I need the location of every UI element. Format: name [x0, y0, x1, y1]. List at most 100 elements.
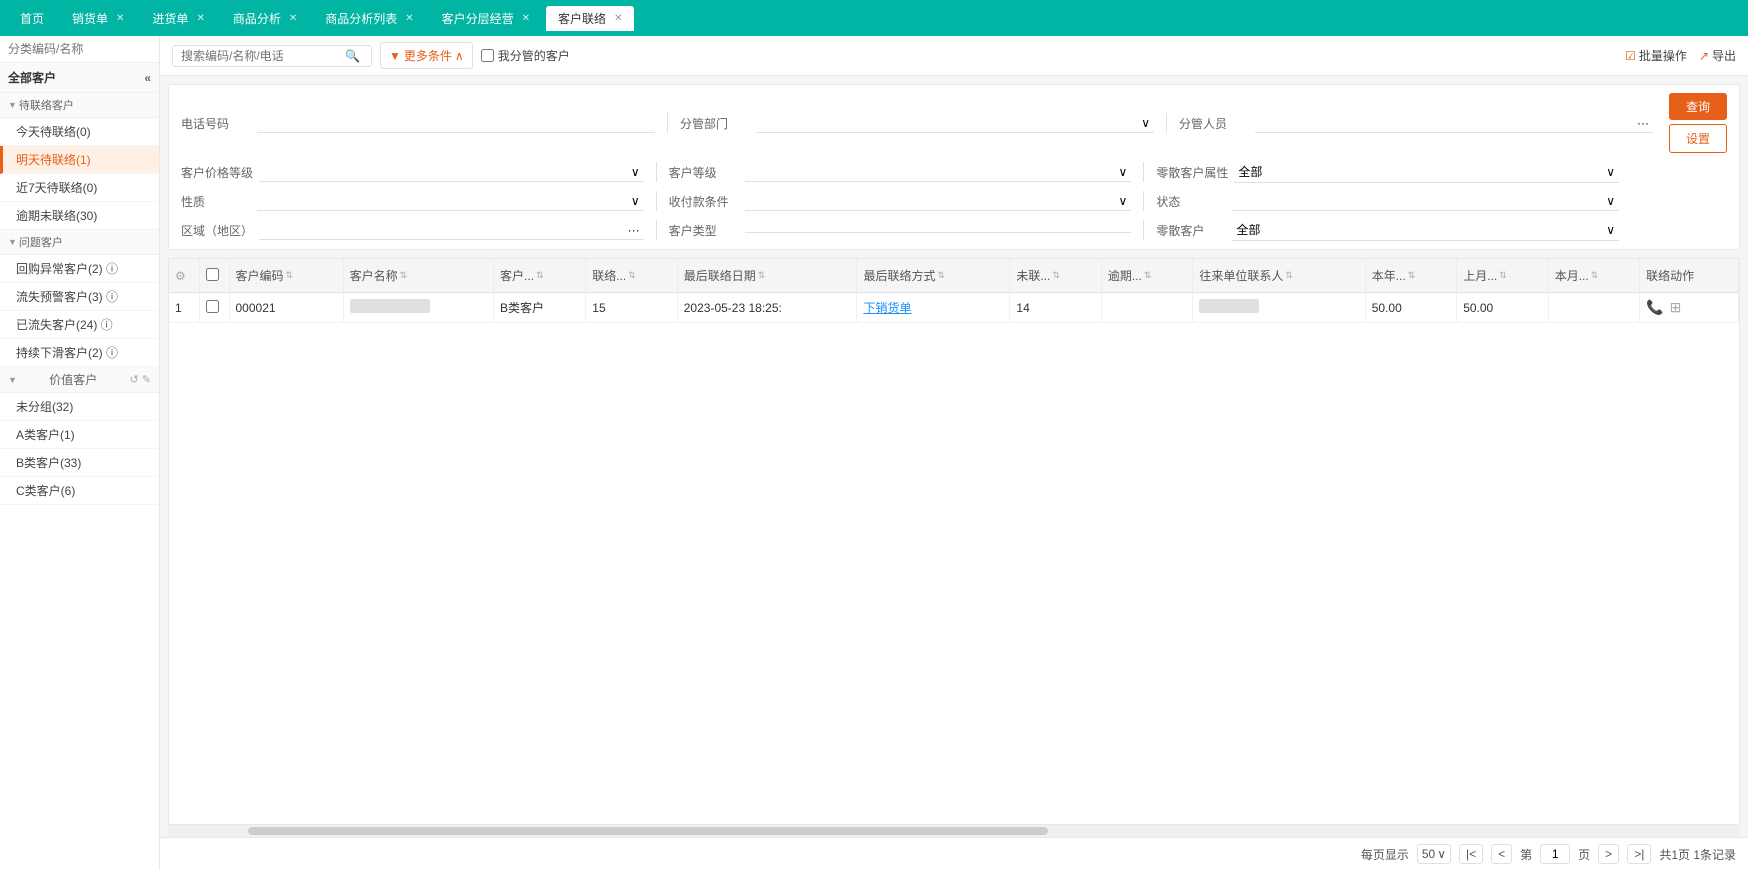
settings-gear-icon[interactable]: ⚙ — [175, 269, 186, 283]
sort-contacts-icon[interactable]: ⇅ — [628, 270, 636, 281]
my-customers-label: 我分管的客户 — [498, 47, 570, 64]
filter-price-level-select[interactable]: ∨ — [259, 163, 644, 182]
sort-unit-icon[interactable]: ⇅ — [1285, 270, 1293, 281]
filter-retail-customer-select[interactable]: 全部 ∨ — [1232, 219, 1619, 241]
close-sales-icon[interactable]: ✕ — [116, 13, 124, 24]
filter-manager-input[interactable]: ··· — [1255, 114, 1653, 133]
close-goods-analysis-icon[interactable]: ✕ — [289, 13, 297, 24]
search-input-wrap: 🔍 — [172, 45, 372, 67]
nav-item-purchase-label: 进货单 — [152, 10, 188, 27]
close-purchase-icon[interactable]: ✕ — [196, 13, 204, 24]
sidebar-item-type-c[interactable]: C类客户(6) — [0, 477, 159, 505]
filter-phone-input[interactable] — [257, 114, 655, 133]
sidebar-item-churn-warning[interactable]: 流失预警客户(3) ⓘ — [0, 283, 159, 311]
sort-lmonth-icon[interactable]: ⇅ — [1499, 270, 1507, 281]
select-all-checkbox[interactable] — [206, 268, 219, 281]
nav-item-goods-analysis-list[interactable]: 商品分析列表 ✕ — [313, 6, 425, 31]
my-customers-checkbox-label[interactable]: 我分管的客户 — [481, 47, 570, 64]
filter-nature-select[interactable]: ∨ — [257, 192, 644, 211]
th-current-year: 本年... ⇅ — [1365, 259, 1456, 293]
divider-6 — [1143, 191, 1144, 211]
sidebar-item-week-pending[interactable]: 近7天待联络(0) — [0, 174, 159, 202]
sidebar-item-overdue[interactable]: 逾期未联络(30) — [0, 202, 159, 230]
row-last-contact-date: 2023-05-23 18:25: — [684, 301, 782, 315]
search-input[interactable] — [181, 49, 341, 63]
row-checkbox[interactable] — [206, 300, 219, 313]
batch-op-link[interactable]: ☑ 批量操作 — [1625, 47, 1687, 64]
grid-action-icon[interactable]: ⊞ — [1670, 299, 1682, 316]
settings-button[interactable]: 设置 — [1669, 124, 1727, 153]
sort-cmonth-icon[interactable]: ⇅ — [1591, 270, 1599, 281]
sort-not-icon[interactable]: ⇅ — [1052, 270, 1060, 281]
page-input[interactable] — [1540, 844, 1570, 864]
cell-contacts: 15 — [586, 293, 677, 323]
sort-method-icon[interactable]: ⇅ — [937, 270, 945, 281]
filter-payment-select[interactable]: ∨ — [745, 192, 1132, 211]
filter-customer-type-select[interactable] — [745, 228, 1132, 233]
nav-item-purchase[interactable]: 进货单 ✕ — [140, 6, 216, 31]
sort-date-icon[interactable]: ⇅ — [758, 270, 766, 281]
table-wrap: ⚙ 客户编码 ⇅ 客户名称 — [168, 258, 1740, 825]
export-link[interactable]: ↗ 导出 — [1699, 47, 1736, 64]
all-customers-label: 全部客户 — [8, 69, 56, 86]
sidebar-item-churned[interactable]: 已流失客户(24) ⓘ — [0, 311, 159, 339]
filter-customer-level-select[interactable]: ∨ — [745, 163, 1132, 182]
sidebar-item-today-pending[interactable]: 今天待联络(0) — [0, 118, 159, 146]
more-filter-button[interactable]: ▼ 更多条件 ∧ — [380, 42, 473, 69]
sort-year-icon[interactable]: ⇅ — [1408, 270, 1416, 281]
per-page-value: 50 — [1422, 847, 1435, 861]
th-current-month-label: 本月... — [1555, 267, 1589, 284]
scrollbar-thumb[interactable] — [248, 827, 1048, 835]
sort-type-icon[interactable]: ⇅ — [536, 270, 544, 281]
close-goods-list-icon[interactable]: ✕ — [405, 13, 413, 24]
export-label: 导出 — [1712, 47, 1736, 64]
th-last-contact-date-label: 最后联络日期 — [684, 267, 756, 284]
my-customers-checkbox[interactable] — [481, 49, 494, 62]
phone-action-icon[interactable]: 📞 — [1646, 299, 1663, 316]
sidebar-item-tomorrow-pending[interactable]: 明天待联络(1) — [0, 146, 159, 174]
sidebar-search-input[interactable] — [8, 42, 160, 56]
filter-region-input[interactable]: ··· — [259, 221, 644, 240]
filter-dept-select[interactable]: ∨ — [756, 114, 1154, 133]
close-customer-tier-icon[interactable]: ✕ — [522, 13, 530, 24]
sidebar-item-type-b[interactable]: B类客户(33) — [0, 449, 159, 477]
value-group-icons[interactable]: ↺ ✎ — [130, 373, 152, 386]
per-page-select[interactable]: 50 ∨ — [1417, 844, 1451, 864]
filter-status-select[interactable]: ∨ — [1232, 192, 1619, 211]
sidebar-item-declining[interactable]: 持续下滑客户(2) ⓘ — [0, 339, 159, 367]
table-scrollbar[interactable] — [168, 825, 1740, 837]
filter-panel: 电话号码 分管部门 ∨ 分管人员 ··· — [168, 84, 1740, 250]
next-page-button[interactable]: > — [1598, 844, 1619, 864]
th-overdue-label: 逾期... — [1108, 267, 1142, 284]
filter-nature-label: 性质 — [181, 193, 251, 210]
nav-item-customer-tier-label: 客户分层经营 — [442, 10, 514, 27]
query-button[interactable]: 查询 — [1669, 93, 1727, 120]
chevron-st: ∨ — [1606, 194, 1615, 208]
th-overdue: 逾期... ⇅ — [1101, 259, 1192, 293]
filter-retail-attr-select[interactable]: 全部 ∨ — [1234, 161, 1619, 183]
nav-item-customer-contact[interactable]: 客户联络 ✕ — [546, 6, 634, 31]
sort-overdue-icon[interactable]: ⇅ — [1144, 270, 1152, 281]
nav-item-sales[interactable]: 销货单 ✕ — [60, 6, 136, 31]
row-unit-contacts — [1199, 299, 1259, 313]
sort-code-icon[interactable]: ⇅ — [286, 270, 294, 281]
chevron-rc: ∨ — [1606, 223, 1615, 237]
prev-page-button[interactable]: < — [1491, 844, 1512, 864]
search-toolbar-icon[interactable]: 🔍 — [345, 49, 360, 63]
collapse-icon[interactable]: « — [144, 71, 151, 85]
nav-item-sales-label: 销货单 — [72, 10, 108, 27]
nav-item-customer-tier[interactable]: 客户分层经营 ✕ — [430, 6, 542, 31]
th-last-contact-date: 最后联络日期 ⇅ — [677, 259, 857, 293]
nav-item-goods-analysis[interactable]: 商品分析 ✕ — [221, 6, 309, 31]
sidebar-item-ungrouped[interactable]: 未分组(32) — [0, 393, 159, 421]
group-problem-label: 问题客户 — [0, 230, 159, 255]
filter-customer-type-label: 客户类型 — [669, 222, 739, 239]
sidebar-item-type-a[interactable]: A类客户(1) — [0, 421, 159, 449]
sidebar-item-abnormal-repurchase[interactable]: 回购异常客户(2) ⓘ — [0, 255, 159, 283]
row-last-contact-method[interactable]: 下销货单 — [863, 301, 911, 315]
nav-item-home[interactable]: 首页 — [8, 6, 56, 31]
last-page-button[interactable]: >| — [1627, 844, 1651, 864]
sort-name-icon[interactable]: ⇅ — [400, 270, 408, 281]
close-customer-contact-icon[interactable]: ✕ — [614, 13, 622, 24]
first-page-button[interactable]: |< — [1459, 844, 1483, 864]
